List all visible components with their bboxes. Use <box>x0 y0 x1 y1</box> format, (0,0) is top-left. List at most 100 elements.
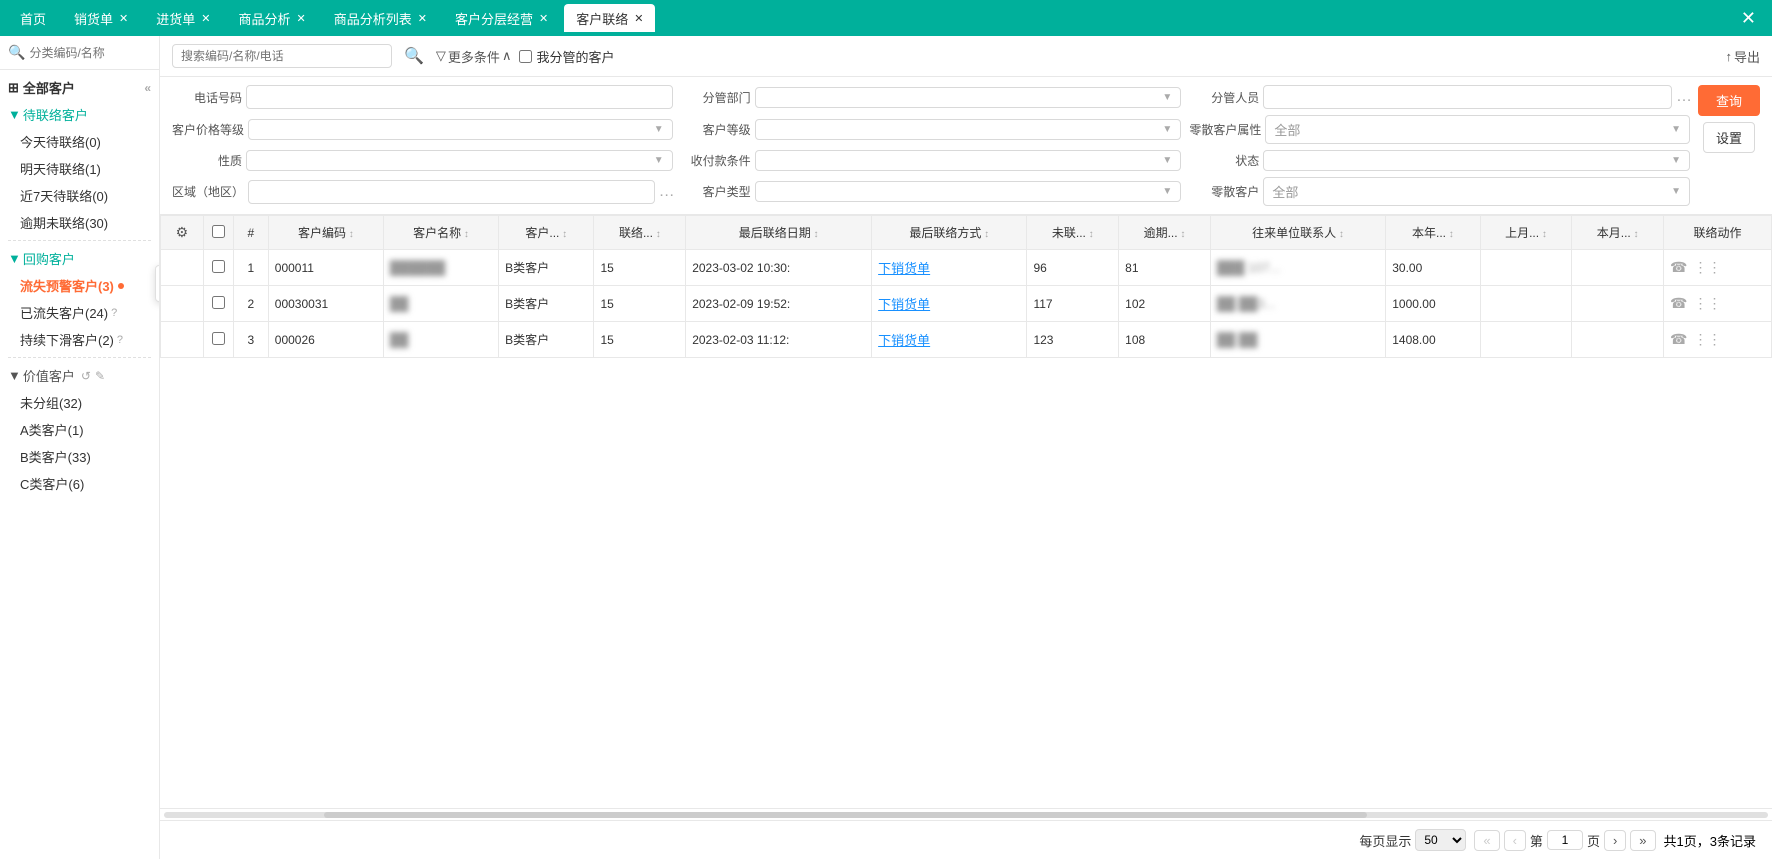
row-this-year-2: 1408.00 <box>1386 322 1480 358</box>
tab-analysis-list-close[interactable]: ✕ <box>418 12 427 25</box>
manager-dots-button[interactable]: … <box>1676 88 1690 106</box>
col-no-contact-header[interactable]: 未联... <box>1027 216 1119 250</box>
filter-more-conditions-button[interactable]: ▽ 更多条件 ∧ <box>436 47 512 66</box>
price-level-select[interactable]: ▼ <box>248 119 673 140</box>
row-last-contact-method-0[interactable]: 下销货单 <box>872 250 1027 286</box>
current-page-input[interactable] <box>1547 830 1583 850</box>
sidebar-collapse-button[interactable]: « <box>144 81 151 95</box>
row-checkbox-1[interactable] <box>212 296 225 309</box>
region-dots-button[interactable]: … <box>659 183 673 201</box>
filter-search-button[interactable]: 🔍 <box>400 44 428 68</box>
sidebar-item-persistent-down[interactable]: 持续下滑客户(2) ? <box>0 326 159 353</box>
row-last-contact-method-1[interactable]: 下销货单 <box>872 286 1027 322</box>
sidebar-item-tomorrow[interactable]: 明天待联络(1) <box>0 155 159 182</box>
sidebar-group-value-customers[interactable]: ▼ 价值客户 ↺ ✎ <box>0 362 159 389</box>
last-page-button[interactable]: » <box>1630 830 1655 851</box>
horizontal-scrollbar[interactable] <box>160 808 1772 820</box>
next-page-button[interactable]: › <box>1604 830 1626 851</box>
payment-select[interactable]: ▼ <box>755 150 1182 171</box>
manager-input[interactable] <box>1263 85 1672 109</box>
retail-attr-select[interactable]: 全部 ▼ <box>1265 115 1690 144</box>
action-more-icon-2[interactable]: ⋮⋮ <box>1693 331 1721 348</box>
col-last-contact-date-header[interactable]: 最后联络日期 <box>686 216 872 250</box>
contact-method-link-2[interactable]: 下销货单 <box>878 333 930 348</box>
filter-search-input[interactable] <box>172 44 392 68</box>
column-settings-button[interactable]: ⚙ <box>176 224 189 241</box>
sidebar-item-overdue[interactable]: 逾期未联络(30) <box>0 209 159 236</box>
row-last-contact-method-2[interactable]: 下销货单 <box>872 322 1027 358</box>
phone-input[interactable] <box>246 85 673 109</box>
action-contact-icon-1[interactable]: ☎ <box>1670 295 1687 312</box>
action-contact-icon-2[interactable]: ☎ <box>1670 331 1687 348</box>
row-this-year-0: 30.00 <box>1386 250 1480 286</box>
filter-customer-type: 客户类型 ▼ <box>681 181 1182 202</box>
col-unit-contact-header[interactable]: 往来单位联系人 <box>1210 216 1385 250</box>
contact-method-link-1[interactable]: 下销货单 <box>878 297 930 312</box>
sidebar-item-class-a[interactable]: A类客户(1) <box>0 416 159 443</box>
row-checkbox-2[interactable] <box>212 332 225 345</box>
scroll-thumb[interactable] <box>324 812 1367 818</box>
action-more-icon-1[interactable]: ⋮⋮ <box>1693 295 1721 312</box>
export-button[interactable]: ↑ 导出 <box>1725 47 1760 66</box>
col-type-header[interactable]: 客户... <box>499 216 594 250</box>
col-contact-header[interactable]: 联络... <box>594 216 686 250</box>
tab-home[interactable]: 首页 <box>8 4 58 32</box>
tab-purchase[interactable]: 进货单 ✕ <box>144 4 222 32</box>
col-overdue-header[interactable]: 逾期... <box>1119 216 1211 250</box>
tab-customer-contact[interactable]: 客户联络 ✕ <box>564 4 655 32</box>
sidebar-item-class-c[interactable]: C类客户(6) <box>0 470 159 497</box>
action-contact-icon-0[interactable]: ☎ <box>1670 259 1687 276</box>
sidebar-group-returning[interactable]: ▼ 回购客户 90天未交易的客户，可能有流失风险。 <box>0 245 159 272</box>
col-this-year-header[interactable]: 本年... <box>1386 216 1480 250</box>
tab-analysis-list[interactable]: 商品分析列表 ✕ <box>322 4 439 32</box>
my-customers-filter[interactable]: 我分管的客户 <box>519 47 614 66</box>
prev-page-button[interactable]: ‹ <box>1504 830 1526 851</box>
customer-type-select[interactable]: ▼ <box>755 181 1182 202</box>
chevron-down-icon-price: ▼ <box>654 124 664 135</box>
retail-customer-select[interactable]: 全部 ▼ <box>1263 177 1690 206</box>
query-button[interactable]: 查询 <box>1698 85 1760 116</box>
sidebar-item-class-b[interactable]: B类客户(33) <box>0 443 159 470</box>
department-select[interactable]: ▼ <box>755 87 1182 108</box>
my-customers-checkbox[interactable] <box>519 50 532 63</box>
tab-customer-contact-close[interactable]: ✕ <box>634 12 643 25</box>
customer-level-select[interactable]: ▼ <box>755 119 1182 140</box>
tab-analysis[interactable]: 商品分析 ✕ <box>226 4 317 32</box>
table-row: 2 00030031 ██ B类客户 15 2023-02-09 19:52: … <box>161 286 1772 322</box>
sidebar-item-week[interactable]: 近7天待联络(0) <box>0 182 159 209</box>
filter-payment: 收付款条件 ▼ <box>681 150 1182 171</box>
contact-method-link-0[interactable]: 下销货单 <box>878 261 930 276</box>
col-code-header[interactable]: 客户编码 <box>268 216 383 250</box>
action-more-icon-0[interactable]: ⋮⋮ <box>1693 259 1721 276</box>
sidebar-item-churn-warning[interactable]: 流失预警客户(3) <box>0 272 159 299</box>
col-this-month-header[interactable]: 本月... <box>1572 216 1664 250</box>
sidebar-all-customers[interactable]: ⊞ 全部客户 « <box>0 70 159 101</box>
sidebar-search-icon: 🔍 <box>8 44 25 61</box>
window-close-button[interactable]: ✕ <box>1733 8 1764 29</box>
first-page-button[interactable]: « <box>1474 830 1499 851</box>
select-all-checkbox[interactable] <box>212 225 225 238</box>
tab-customer-tier-close[interactable]: ✕ <box>539 12 548 25</box>
filter-row-3: 性质 ▼ 收付款条件 ▼ <box>172 150 1690 171</box>
region-input[interactable] <box>248 180 655 204</box>
sidebar-item-unclassified[interactable]: 未分组(32) <box>0 389 159 416</box>
scroll-track[interactable] <box>164 812 1768 818</box>
tab-sales[interactable]: 销货单 ✕ <box>62 4 140 32</box>
status-select[interactable]: ▼ <box>1263 150 1690 171</box>
sidebar-search-input[interactable] <box>29 46 160 60</box>
page-size-select[interactable]: 50 20 100 200 <box>1415 829 1466 851</box>
tab-customer-tier[interactable]: 客户分层经营 ✕ <box>443 4 560 32</box>
col-last-contact-method-header[interactable]: 最后联络方式 <box>872 216 1027 250</box>
col-name-header[interactable]: 客户名称 <box>383 216 498 250</box>
sidebar-group-pending-contact[interactable]: ▼ 待联络客户 <box>0 101 159 128</box>
row-last-contact-date-0: 2023-03-02 10:30: <box>686 250 872 286</box>
tab-sales-close[interactable]: ✕ <box>119 12 128 25</box>
sidebar-item-today[interactable]: 今天待联络(0) <box>0 128 159 155</box>
tab-purchase-close[interactable]: ✕ <box>201 12 210 25</box>
sidebar-item-already-churned[interactable]: 已流失客户(24) ? <box>0 299 159 326</box>
tab-analysis-close[interactable]: ✕ <box>297 12 306 25</box>
nature-select[interactable]: ▼ <box>246 150 673 171</box>
settings-button[interactable]: 设置 <box>1703 122 1755 153</box>
col-last-month-header[interactable]: 上月... <box>1480 216 1572 250</box>
row-checkbox-0[interactable] <box>212 260 225 273</box>
